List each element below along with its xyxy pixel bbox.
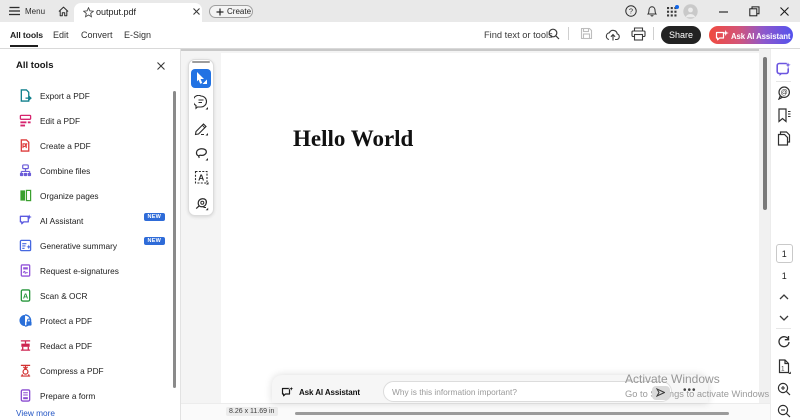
svg-text:@: @	[780, 90, 787, 97]
svg-text:1: 1	[781, 367, 785, 373]
svg-text:A: A	[198, 172, 204, 182]
svg-text:?: ?	[629, 7, 633, 16]
svg-text:A: A	[22, 291, 28, 300]
